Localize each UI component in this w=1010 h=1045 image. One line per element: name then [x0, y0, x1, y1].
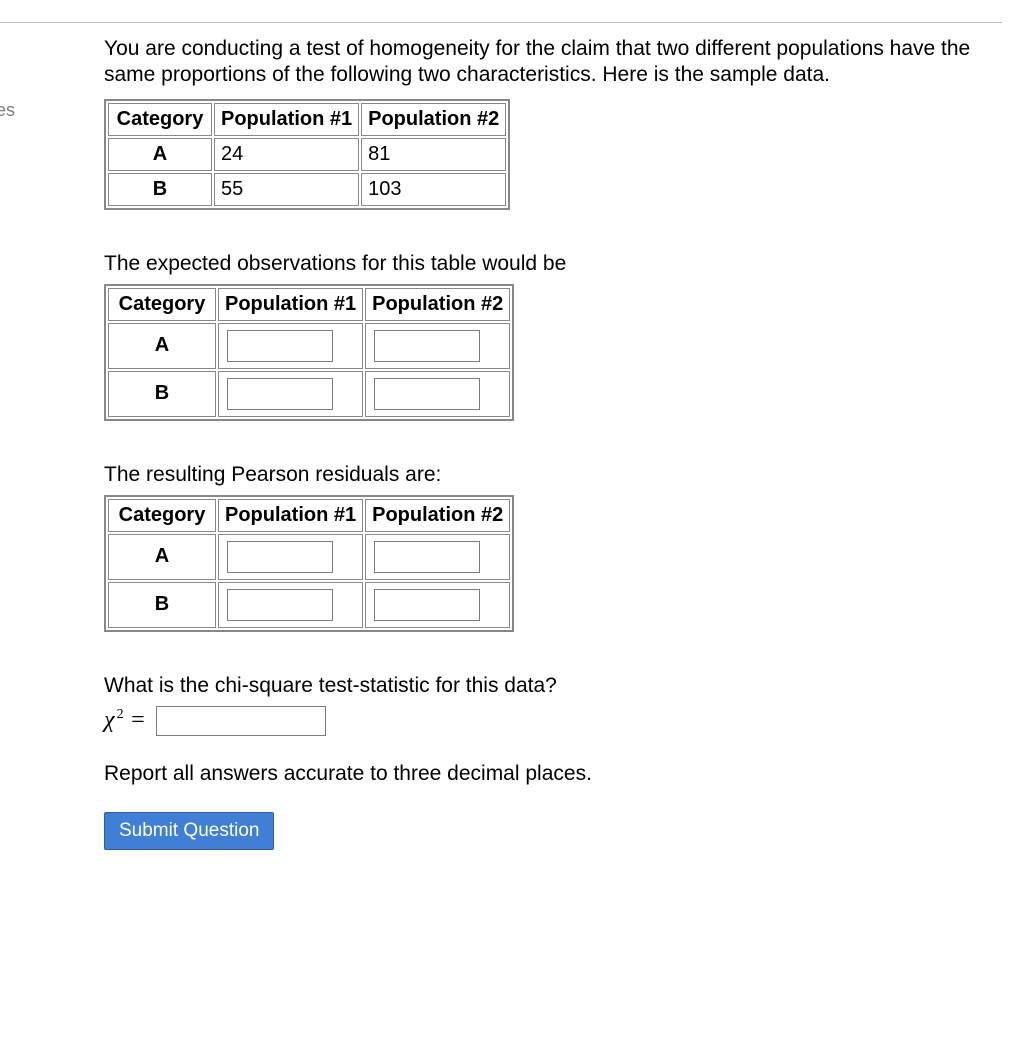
residual-a-p2-input[interactable] — [374, 541, 480, 573]
expected-a-p1-input[interactable] — [227, 330, 333, 362]
report-note: Report all answers accurate to three dec… — [104, 762, 990, 786]
exp-header-category: Category — [108, 288, 216, 321]
chi-prompt: What is the chi-square test-statistic fo… — [104, 674, 990, 698]
chi-square-input[interactable] — [156, 706, 326, 736]
exp-row-a-label: A — [108, 323, 216, 369]
obs-header-pop2: Population #2 — [361, 103, 506, 136]
expected-b-p1-input[interactable] — [227, 378, 333, 410]
expected-table: Category Population #1 Population #2 A B — [104, 284, 514, 421]
top-divider — [0, 22, 1002, 23]
obs-row-b-label: B — [108, 173, 212, 206]
observed-table: Category Population #1 Population #2 A 2… — [104, 99, 510, 210]
res-header-category: Category — [108, 499, 216, 532]
chi-symbol: χ2 = — [104, 707, 146, 734]
left-fragment: es — [0, 100, 15, 121]
residuals-table: Category Population #1 Population #2 A B — [104, 495, 514, 632]
expected-b-p2-input[interactable] — [374, 378, 480, 410]
residual-b-p2-input[interactable] — [374, 589, 480, 621]
res-row-b-label: B — [108, 582, 216, 628]
exp-row-b-label: B — [108, 371, 216, 417]
submit-button[interactable]: Submit Question — [104, 812, 274, 850]
obs-b-p2: 103 — [361, 173, 506, 206]
question-content: You are conducting a test of homogeneity… — [104, 36, 990, 850]
obs-a-p2: 81 — [361, 138, 506, 171]
obs-header-pop1: Population #1 — [214, 103, 359, 136]
exp-header-pop2: Population #2 — [365, 288, 510, 321]
expected-a-p2-input[interactable] — [374, 330, 480, 362]
obs-b-p1: 55 — [214, 173, 359, 206]
residual-b-p1-input[interactable] — [227, 589, 333, 621]
residual-a-p1-input[interactable] — [227, 541, 333, 573]
exp-header-pop1: Population #1 — [218, 288, 363, 321]
chi-row: χ2 = — [104, 706, 990, 736]
residuals-title: The resulting Pearson residuals are: — [104, 463, 990, 487]
res-row-a-label: A — [108, 534, 216, 580]
res-header-pop2: Population #2 — [365, 499, 510, 532]
obs-row-a-label: A — [108, 138, 212, 171]
res-header-pop1: Population #1 — [218, 499, 363, 532]
expected-title: The expected observations for this table… — [104, 252, 990, 276]
prompt-text: You are conducting a test of homogeneity… — [104, 36, 990, 89]
obs-header-category: Category — [108, 103, 212, 136]
obs-a-p1: 24 — [214, 138, 359, 171]
